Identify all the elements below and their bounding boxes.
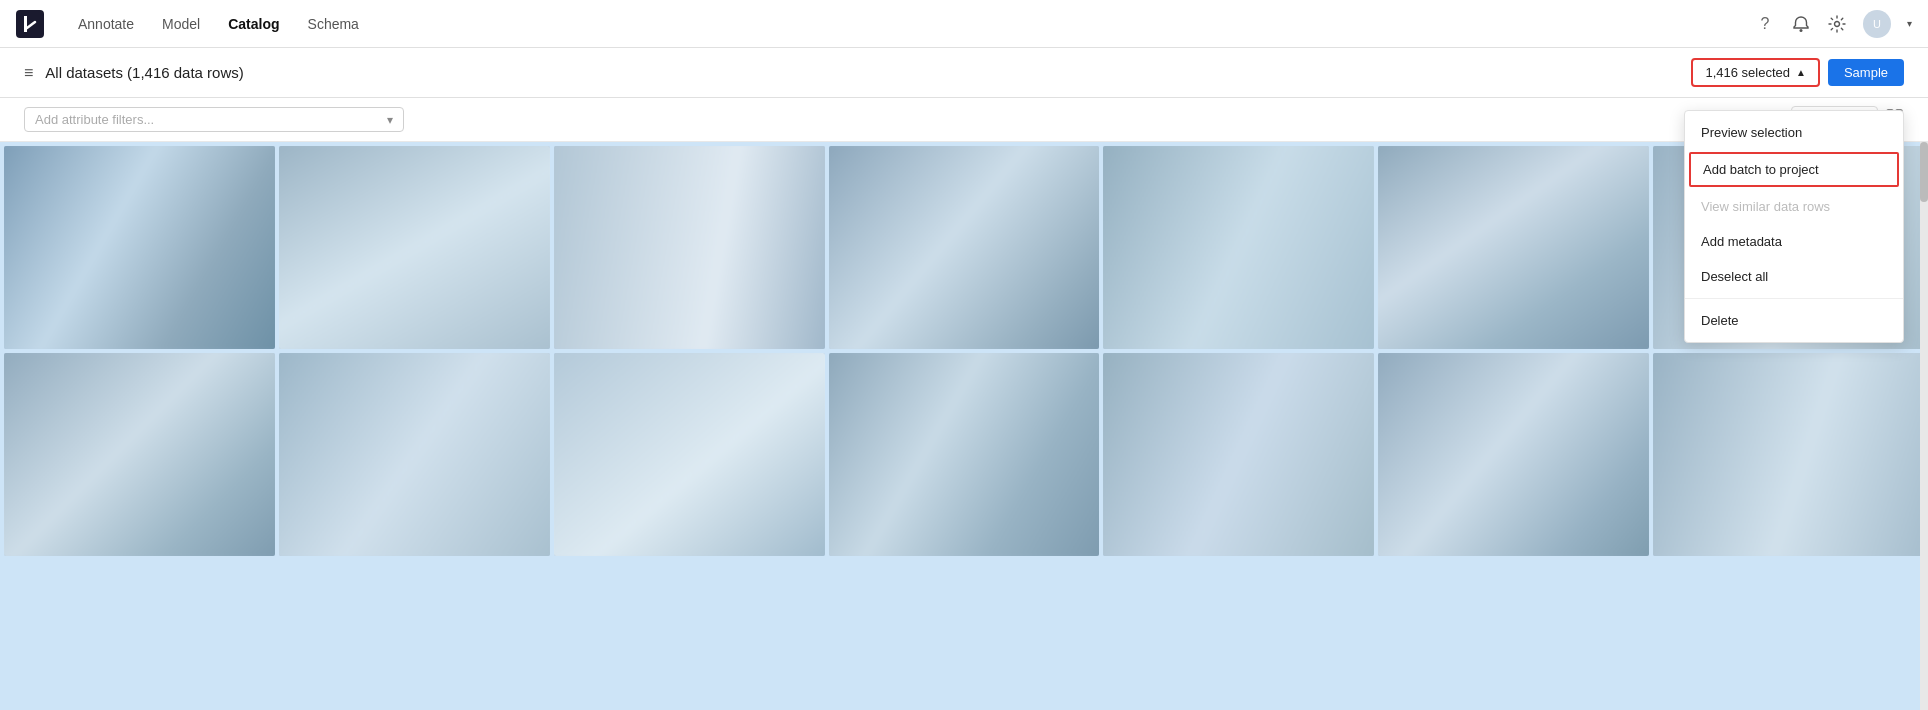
dropdown-item-delete[interactable]: Delete bbox=[1685, 303, 1903, 338]
scrollbar-track[interactable] bbox=[1920, 142, 1928, 710]
scrollbar-thumb[interactable] bbox=[1920, 142, 1928, 202]
list-item[interactable] bbox=[1653, 353, 1924, 556]
selected-chevron-icon: ▲ bbox=[1796, 67, 1806, 78]
dropdown-item-preview[interactable]: Preview selection bbox=[1685, 115, 1903, 150]
list-item[interactable] bbox=[4, 146, 275, 349]
selected-count-label: 1,416 selected bbox=[1705, 65, 1790, 80]
list-item[interactable] bbox=[4, 353, 275, 556]
dropdown-item-add-metadata[interactable]: Add metadata bbox=[1685, 224, 1903, 259]
notifications-icon[interactable] bbox=[1791, 14, 1811, 34]
filter-input[interactable]: Add attribute filters... ▾ bbox=[24, 107, 404, 132]
avatar-chevron[interactable]: ▾ bbox=[1907, 18, 1912, 29]
settings-icon[interactable] bbox=[1827, 14, 1847, 34]
page-header: ≡ All datasets (1,416 data rows) 1,416 s… bbox=[0, 48, 1928, 98]
dropdown-divider bbox=[1685, 298, 1903, 299]
menu-icon[interactable]: ≡ bbox=[24, 64, 33, 82]
list-item[interactable] bbox=[1378, 353, 1649, 556]
grid-area bbox=[0, 142, 1928, 710]
list-item[interactable] bbox=[279, 353, 550, 556]
list-item[interactable] bbox=[279, 146, 550, 349]
logo[interactable] bbox=[16, 10, 44, 38]
list-item[interactable] bbox=[554, 146, 825, 349]
dropdown-item-deselect-all[interactable]: Deselect all bbox=[1685, 259, 1903, 294]
list-item[interactable] bbox=[829, 146, 1100, 349]
dropdown-menu: Preview selection Add batch to project V… bbox=[1684, 110, 1904, 343]
svg-point-2 bbox=[1835, 21, 1840, 26]
nav-catalog[interactable]: Catalog bbox=[226, 12, 281, 36]
nav-model[interactable]: Model bbox=[160, 12, 202, 36]
dropdown-item-view-similar: View similar data rows bbox=[1685, 189, 1903, 224]
image-grid bbox=[0, 142, 1928, 560]
list-item[interactable] bbox=[1103, 353, 1374, 556]
dropdown-item-add-batch[interactable]: Add batch to project bbox=[1689, 152, 1899, 187]
list-item[interactable] bbox=[1103, 146, 1374, 349]
svg-rect-0 bbox=[16, 10, 44, 38]
nav-annotate[interactable]: Annotate bbox=[76, 12, 136, 36]
sample-button[interactable]: Sample bbox=[1828, 59, 1904, 86]
list-item[interactable] bbox=[829, 353, 1100, 556]
content-area: ≡ All datasets (1,416 data rows) 1,416 s… bbox=[0, 48, 1928, 710]
svg-point-1 bbox=[1800, 29, 1803, 32]
selected-dropdown-button[interactable]: 1,416 selected ▲ bbox=[1691, 58, 1819, 87]
page-header-right: 1,416 selected ▲ Preview selection Add b… bbox=[1691, 58, 1904, 87]
filter-bar: Add attribute filters... ▾ Display bbox=[0, 98, 1928, 142]
list-item[interactable] bbox=[1378, 146, 1649, 349]
avatar[interactable]: U bbox=[1863, 10, 1891, 38]
help-icon[interactable]: ? bbox=[1755, 14, 1775, 34]
filter-placeholder: Add attribute filters... bbox=[35, 112, 387, 127]
navbar-right: ? U ▾ bbox=[1755, 10, 1912, 38]
filter-arrow-icon: ▾ bbox=[387, 113, 393, 127]
list-item[interactable] bbox=[554, 353, 825, 556]
navbar: Annotate Model Catalog Schema ? U ▾ bbox=[0, 0, 1928, 48]
page-title: All datasets (1,416 data rows) bbox=[45, 64, 243, 81]
nav-schema[interactable]: Schema bbox=[306, 12, 361, 36]
